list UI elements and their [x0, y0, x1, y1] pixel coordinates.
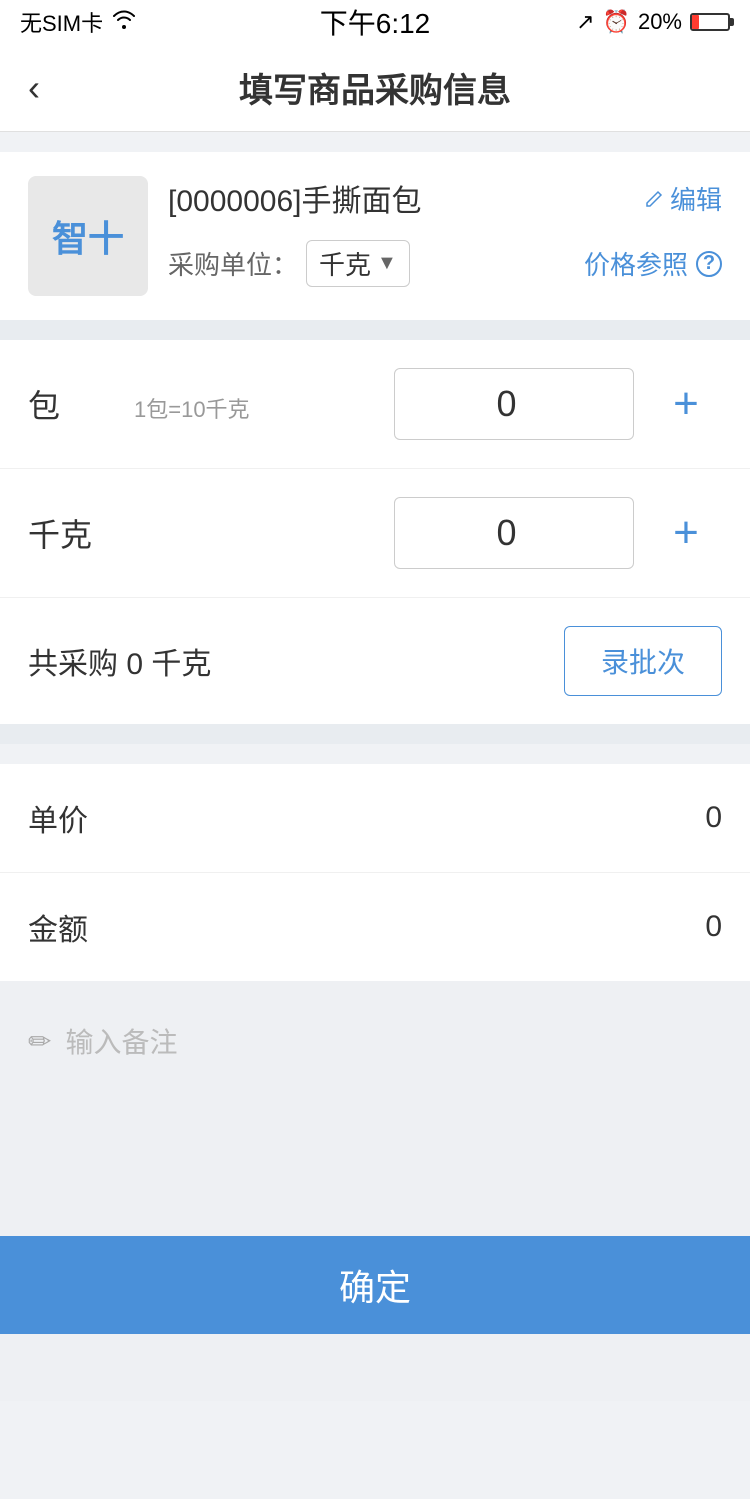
kg-plus-button[interactable]: +	[650, 497, 722, 569]
kg-input[interactable]	[394, 497, 634, 569]
unit-select[interactable]: 千克 ▼	[306, 240, 410, 287]
total-text: 共采购 0 千克	[28, 639, 211, 683]
unit-row: 采购单位： 千克 ▼ 价格参照 ?	[168, 240, 722, 287]
price-ref-help-icon: ?	[696, 251, 722, 277]
divider-1	[0, 320, 750, 340]
bao-sublabel: 1包=10千克	[134, 392, 250, 424]
edit-label: 编辑	[670, 180, 722, 217]
unit-label: 采购单位：	[168, 245, 298, 282]
status-bar-left: 无SIM卡	[20, 6, 137, 38]
status-bar: 无SIM卡 下午6:12 ↗ ⏰ 20%	[0, 0, 750, 44]
nav-bar: ‹ 填写商品采购信息	[0, 44, 750, 132]
status-bar-time: 下午6:12	[320, 2, 431, 42]
record-batch-button[interactable]: 录批次	[564, 626, 722, 696]
kg-label: 千克	[28, 510, 128, 556]
product-name: [0000006]手撕面包	[168, 176, 421, 220]
product-name-row: [0000006]手撕面包 编辑	[168, 176, 722, 220]
product-card: 智十 [0000006]手撕面包 编辑 采购单位： 千克 ▼	[0, 152, 750, 320]
product-image: 智十	[28, 176, 148, 296]
unit-price-row: 单价 0	[0, 764, 750, 873]
pencil-icon: ✏	[28, 1025, 51, 1058]
status-bar-right: ↗ ⏰ 20%	[576, 9, 730, 35]
wifi-icon	[111, 9, 137, 35]
unit-price-value: 0	[705, 801, 722, 835]
total-label: 共采购	[28, 648, 118, 681]
bao-input-row: 包 1包=10千克 +	[0, 340, 750, 469]
price-ref-label: 价格参照	[584, 245, 688, 282]
carrier-text: 无SIM卡	[20, 6, 103, 38]
divider-2	[0, 724, 750, 744]
product-info: [0000006]手撕面包 编辑 采购单位： 千克 ▼ 价格	[168, 176, 722, 287]
kg-input-row: 千克 +	[0, 469, 750, 598]
bao-input[interactable]	[394, 368, 634, 440]
total-row: 共采购 0 千克 录批次	[0, 598, 750, 724]
quantity-input-section: 包 1包=10千克 + 千克 +	[0, 340, 750, 598]
bao-label: 包	[28, 381, 128, 427]
amount-label: 金额	[28, 905, 88, 949]
back-button[interactable]: ‹	[28, 70, 40, 106]
battery-text: 20%	[638, 9, 682, 35]
bao-plus-button[interactable]: +	[650, 368, 722, 440]
info-section: 单价 0 金额 0	[0, 764, 750, 981]
page-title: 填写商品采购信息	[239, 63, 511, 112]
note-placeholder: 输入备注	[65, 1021, 177, 1061]
total-quantity: 0	[126, 648, 151, 681]
confirm-button[interactable]: 确定	[0, 1236, 750, 1334]
location-icon: ↗	[576, 9, 594, 35]
unit-value: 千克	[319, 245, 371, 282]
amount-row: 金额 0	[0, 873, 750, 981]
note-section[interactable]: ✏ 输入备注	[0, 981, 750, 1101]
amount-value: 0	[705, 910, 722, 944]
unit-price-label: 单价	[28, 796, 88, 840]
edit-button[interactable]: 编辑	[644, 180, 722, 217]
unit-dropdown-arrow: ▼	[377, 252, 397, 275]
product-logo: 智十	[52, 210, 124, 262]
bao-input-right: +	[270, 368, 722, 440]
battery-icon	[690, 13, 730, 31]
price-ref-button[interactable]: 价格参照 ?	[584, 245, 722, 282]
total-unit: 千克	[151, 648, 211, 681]
kg-input-right: +	[148, 497, 722, 569]
alarm-icon: ⏰	[603, 9, 630, 35]
